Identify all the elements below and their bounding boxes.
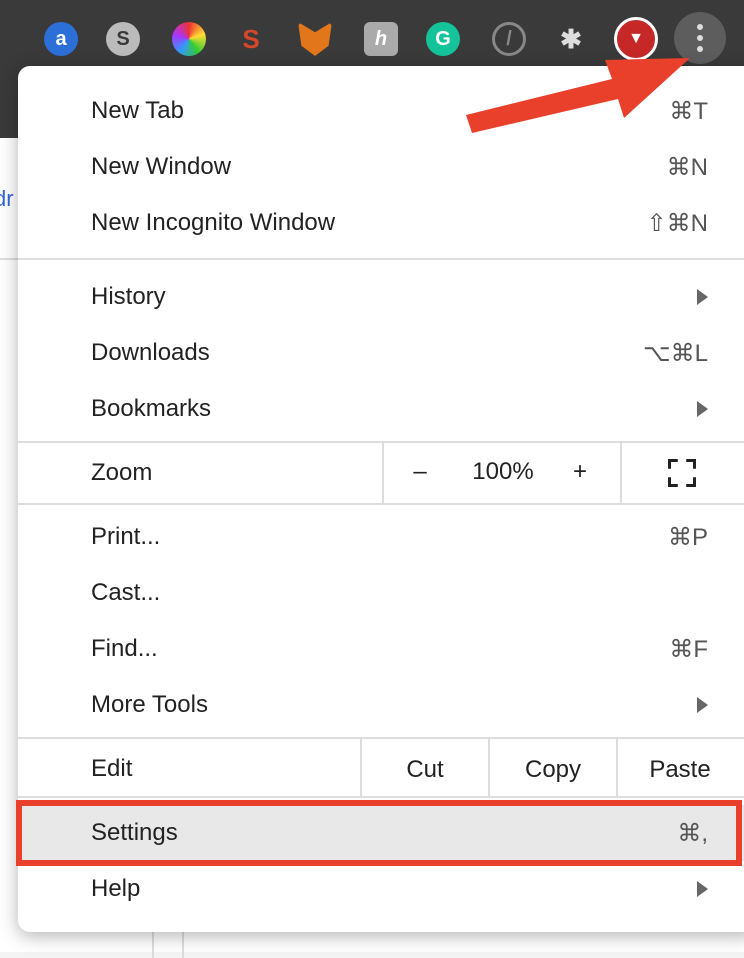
annotation-arrow	[466, 58, 690, 133]
shortcut: ⇧⌘N	[646, 209, 708, 237]
label: Print...	[91, 523, 161, 550]
label: Find...	[91, 635, 158, 662]
menu-item-more-tools[interactable]: More Tools	[18, 677, 744, 733]
submenu-arrow-icon	[697, 289, 708, 305]
label: Cast...	[91, 579, 161, 606]
label: Downloads	[91, 339, 210, 366]
menu-item-find[interactable]: Find... ⌘F	[18, 621, 744, 677]
menu-item-new-incognito-window[interactable]: New Incognito Window ⇧⌘N	[18, 195, 744, 251]
paste-button[interactable]: Paste	[618, 756, 742, 784]
label: Zoom	[91, 459, 153, 486]
divider	[18, 258, 744, 260]
menu-item-downloads[interactable]: Downloads ⌥⌘L	[18, 325, 744, 381]
shortcut: ⌥⌘L	[642, 339, 708, 367]
menu-item-bookmarks[interactable]: Bookmarks	[18, 381, 744, 437]
menu-item-print[interactable]: Print... ⌘P	[18, 509, 744, 565]
label: Edit	[91, 755, 133, 782]
copy-button[interactable]: Copy	[490, 756, 616, 784]
cut-button[interactable]: Cut	[362, 756, 488, 784]
zoom-in-button[interactable]: +	[558, 458, 602, 486]
settings-highlight-box	[16, 800, 742, 866]
label: More Tools	[91, 691, 208, 718]
zoom-out-button[interactable]: –	[398, 458, 442, 486]
divider	[18, 503, 744, 505]
zoom-level: 100%	[472, 458, 534, 485]
label: History	[91, 283, 166, 310]
label: New Incognito Window	[91, 209, 336, 236]
divider	[382, 443, 384, 504]
submenu-arrow-icon	[697, 401, 708, 417]
shortcut: ⌘F	[669, 635, 708, 663]
menu-item-help[interactable]: Help	[18, 861, 744, 917]
arrow-shape	[466, 58, 690, 133]
divider	[620, 443, 622, 504]
label: Help	[91, 875, 141, 902]
shortcut: ⌘P	[667, 523, 708, 551]
menu-item-history[interactable]: History	[18, 269, 744, 325]
submenu-arrow-icon	[697, 881, 708, 897]
divider	[18, 796, 744, 798]
label: Bookmarks	[91, 395, 212, 422]
submenu-arrow-icon	[697, 697, 708, 713]
menu-zoom-row: Zoom	[18, 445, 744, 501]
divider	[18, 737, 744, 739]
divider	[18, 441, 744, 443]
menu-item-cast[interactable]: Cast...	[18, 565, 744, 621]
